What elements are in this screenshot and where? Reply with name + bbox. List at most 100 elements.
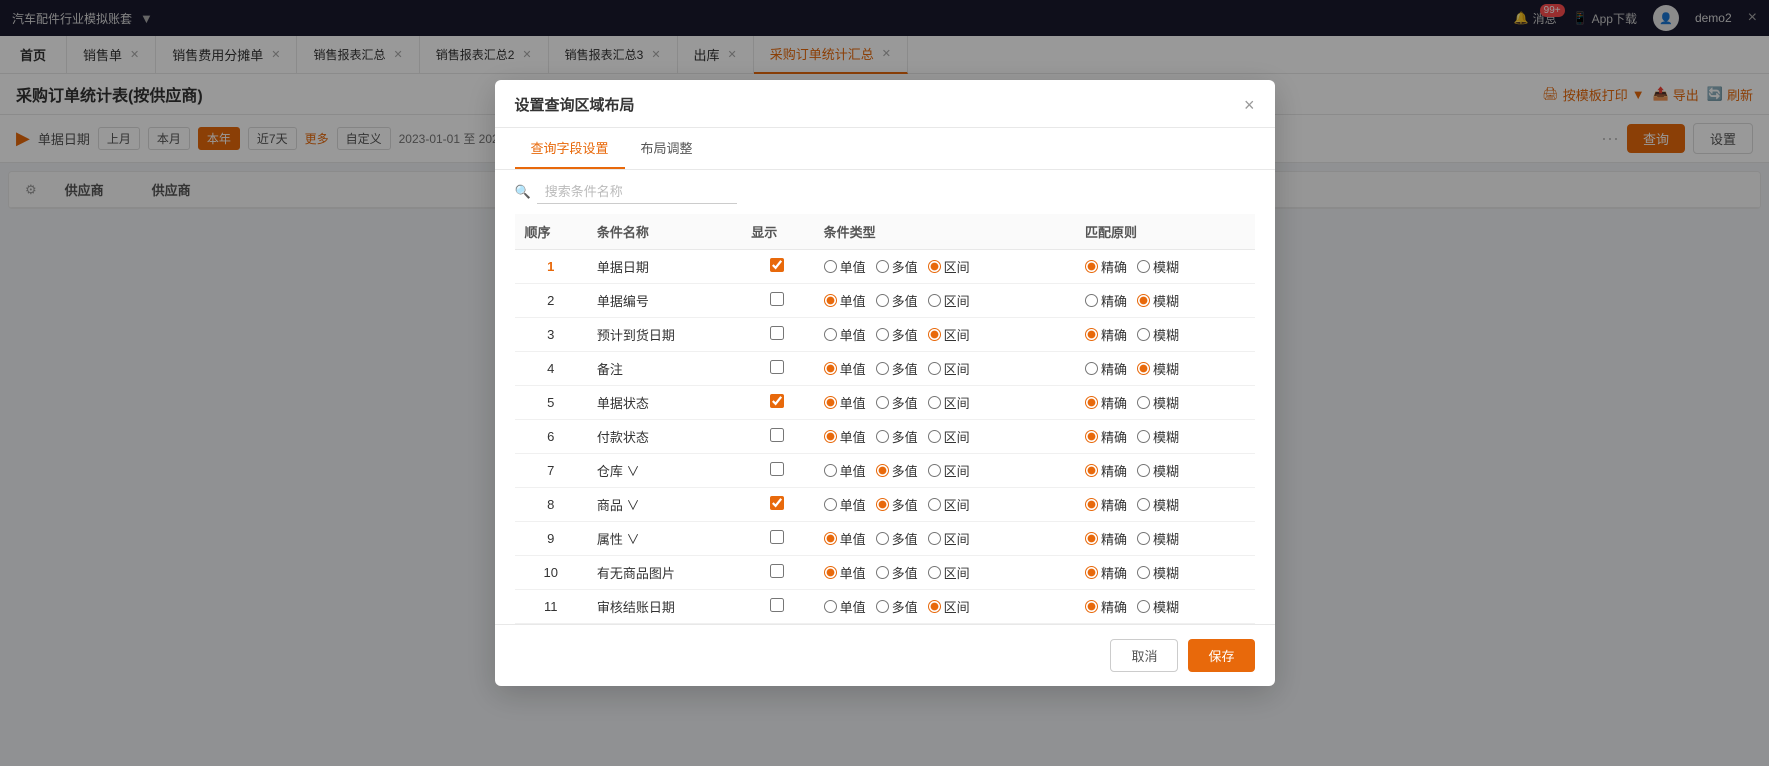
row-match-cell: 精确模糊 bbox=[1075, 454, 1255, 488]
row-condition-name: 属性 ∨ bbox=[587, 522, 741, 556]
col-type: 条件类型 bbox=[814, 214, 1075, 250]
table-row: 9属性 ∨单值多值区间精确模糊 bbox=[515, 522, 1255, 556]
match-radio-option[interactable]: 精确 bbox=[1085, 427, 1127, 446]
match-radio-option[interactable]: 精确 bbox=[1085, 393, 1127, 412]
row-show-cell bbox=[741, 318, 813, 352]
type-radio-option[interactable]: 区间 bbox=[928, 325, 970, 344]
match-radio-option[interactable]: 模糊 bbox=[1137, 257, 1179, 276]
row-order: 2 bbox=[515, 284, 587, 318]
settings-modal: 设置查询区域布局 × 查询字段设置 布局调整 🔍 顺序 条件名称 bbox=[495, 80, 1275, 686]
row-show-checkbox[interactable] bbox=[770, 428, 784, 442]
type-radio-option[interactable]: 单值 bbox=[824, 563, 866, 582]
type-radio-option[interactable]: 区间 bbox=[928, 563, 970, 582]
type-radio-option[interactable]: 多值 bbox=[876, 461, 918, 480]
type-radio-option[interactable]: 区间 bbox=[928, 495, 970, 514]
row-show-checkbox[interactable] bbox=[770, 394, 784, 408]
type-radio-option[interactable]: 单值 bbox=[824, 461, 866, 480]
row-order: 8 bbox=[515, 488, 587, 522]
row-show-checkbox[interactable] bbox=[770, 598, 784, 612]
type-radio-option[interactable]: 多值 bbox=[876, 427, 918, 446]
type-radio-option[interactable]: 多值 bbox=[876, 495, 918, 514]
type-radio-option[interactable]: 区间 bbox=[928, 291, 970, 310]
row-show-checkbox[interactable] bbox=[770, 530, 784, 544]
type-radio-option[interactable]: 单值 bbox=[824, 257, 866, 276]
table-row: 1单据日期单值多值区间精确模糊 bbox=[515, 250, 1255, 284]
match-radio-option[interactable]: 精确 bbox=[1085, 495, 1127, 514]
row-show-cell bbox=[741, 488, 813, 522]
type-radio-option[interactable]: 多值 bbox=[876, 563, 918, 582]
col-name: 条件名称 bbox=[587, 214, 741, 250]
row-type-cell: 单值多值区间 bbox=[814, 386, 1075, 420]
table-row: 2单据编号单值多值区间精确模糊 bbox=[515, 284, 1255, 318]
type-radio-option[interactable]: 区间 bbox=[928, 461, 970, 480]
row-order: 11 bbox=[515, 590, 587, 624]
cancel-button[interactable]: 取消 bbox=[1110, 639, 1178, 672]
type-radio-option[interactable]: 多值 bbox=[876, 291, 918, 310]
type-radio-option[interactable]: 单值 bbox=[824, 495, 866, 514]
match-radio-option[interactable]: 模糊 bbox=[1137, 529, 1179, 548]
col-match: 匹配原则 bbox=[1075, 214, 1255, 250]
row-order: 6 bbox=[515, 420, 587, 454]
type-radio-option[interactable]: 多值 bbox=[876, 393, 918, 412]
row-type-cell: 单值多值区间 bbox=[814, 420, 1075, 454]
type-radio-option[interactable]: 单值 bbox=[824, 359, 866, 378]
modal-tab-layout[interactable]: 布局调整 bbox=[625, 128, 709, 169]
match-radio-option[interactable]: 精确 bbox=[1085, 325, 1127, 344]
type-radio-option[interactable]: 区间 bbox=[928, 393, 970, 412]
save-button[interactable]: 保存 bbox=[1188, 639, 1254, 672]
type-radio-option[interactable]: 单值 bbox=[824, 427, 866, 446]
type-radio-option[interactable]: 多值 bbox=[876, 529, 918, 548]
match-radio-option[interactable]: 精确 bbox=[1085, 597, 1127, 616]
type-radio-option[interactable]: 单值 bbox=[824, 529, 866, 548]
match-radio-option[interactable]: 模糊 bbox=[1137, 359, 1179, 378]
row-order: 4 bbox=[515, 352, 587, 386]
match-radio-option[interactable]: 精确 bbox=[1085, 257, 1127, 276]
type-radio-option[interactable]: 区间 bbox=[928, 597, 970, 616]
match-radio-option[interactable]: 精确 bbox=[1085, 563, 1127, 582]
row-type-cell: 单值多值区间 bbox=[814, 284, 1075, 318]
row-show-checkbox[interactable] bbox=[770, 258, 784, 272]
row-match-cell: 精确模糊 bbox=[1075, 556, 1255, 590]
type-radio-option[interactable]: 单值 bbox=[824, 597, 866, 616]
modal-search-input[interactable] bbox=[537, 180, 737, 204]
row-show-checkbox[interactable] bbox=[770, 360, 784, 374]
modal-close-button[interactable]: × bbox=[1244, 96, 1255, 114]
match-radio-option[interactable]: 模糊 bbox=[1137, 461, 1179, 480]
type-radio-option[interactable]: 单值 bbox=[824, 325, 866, 344]
match-radio-option[interactable]: 精确 bbox=[1085, 529, 1127, 548]
type-radio-option[interactable]: 单值 bbox=[824, 393, 866, 412]
type-radio-option[interactable]: 多值 bbox=[876, 325, 918, 344]
row-show-checkbox[interactable] bbox=[770, 292, 784, 306]
row-match-cell: 精确模糊 bbox=[1075, 318, 1255, 352]
type-radio-option[interactable]: 区间 bbox=[928, 359, 970, 378]
row-order: 10 bbox=[515, 556, 587, 590]
type-radio-option[interactable]: 区间 bbox=[928, 257, 970, 276]
type-radio-option[interactable]: 多值 bbox=[876, 597, 918, 616]
type-radio-option[interactable]: 单值 bbox=[824, 291, 866, 310]
row-show-cell bbox=[741, 454, 813, 488]
match-radio-option[interactable]: 精确 bbox=[1085, 359, 1127, 378]
type-radio-option[interactable]: 区间 bbox=[928, 427, 970, 446]
row-match-cell: 精确模糊 bbox=[1075, 386, 1255, 420]
match-radio-option[interactable]: 精确 bbox=[1085, 461, 1127, 480]
match-radio-option[interactable]: 精确 bbox=[1085, 291, 1127, 310]
type-radio-option[interactable]: 多值 bbox=[876, 257, 918, 276]
row-show-checkbox[interactable] bbox=[770, 462, 784, 476]
match-radio-option[interactable]: 模糊 bbox=[1137, 495, 1179, 514]
match-radio-option[interactable]: 模糊 bbox=[1137, 291, 1179, 310]
match-radio-option[interactable]: 模糊 bbox=[1137, 427, 1179, 446]
row-show-checkbox[interactable] bbox=[770, 496, 784, 510]
match-radio-option[interactable]: 模糊 bbox=[1137, 325, 1179, 344]
match-radio-option[interactable]: 模糊 bbox=[1137, 563, 1179, 582]
row-show-cell bbox=[741, 420, 813, 454]
row-show-checkbox[interactable] bbox=[770, 564, 784, 578]
type-radio-option[interactable]: 多值 bbox=[876, 359, 918, 378]
row-show-checkbox[interactable] bbox=[770, 326, 784, 340]
row-type-cell: 单值多值区间 bbox=[814, 522, 1075, 556]
row-show-cell bbox=[741, 284, 813, 318]
type-radio-option[interactable]: 区间 bbox=[928, 529, 970, 548]
match-radio-option[interactable]: 模糊 bbox=[1137, 393, 1179, 412]
match-radio-option[interactable]: 模糊 bbox=[1137, 597, 1179, 616]
modal-tab-query-fields[interactable]: 查询字段设置 bbox=[515, 128, 625, 169]
row-order: 5 bbox=[515, 386, 587, 420]
